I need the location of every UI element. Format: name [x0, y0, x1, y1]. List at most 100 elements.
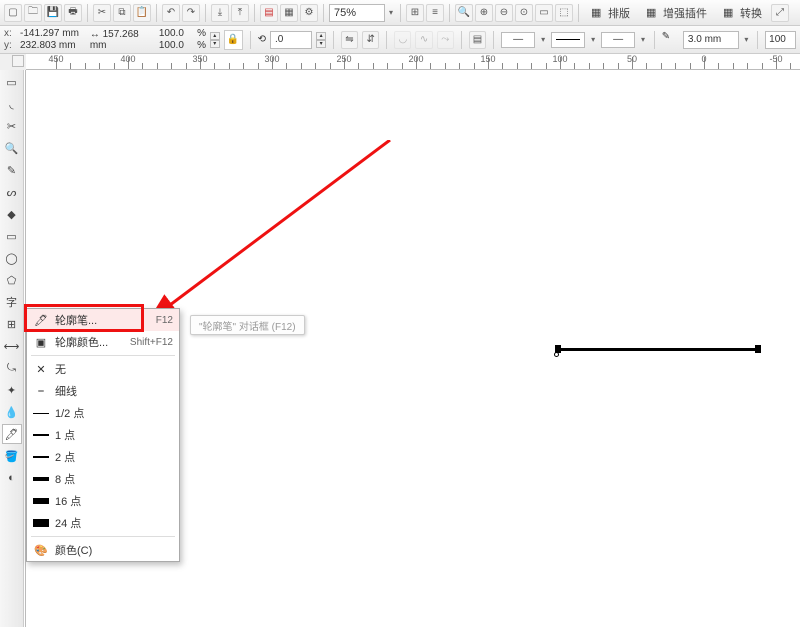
convert-button[interactable]: ▦转换 — [716, 3, 769, 23]
shape-tool-icon[interactable]: ◟ — [2, 94, 22, 114]
selection-handle[interactable] — [755, 345, 761, 353]
paste-icon[interactable]: 📋 — [133, 4, 151, 22]
menu-item-24pt[interactable]: 24 点 — [27, 512, 179, 534]
pdf-icon[interactable]: ▤ — [260, 4, 278, 22]
mirror-v-icon[interactable]: ⇵ — [362, 31, 379, 49]
menu-item-8pt[interactable]: 8 点 — [27, 468, 179, 490]
print-icon[interactable]: 🖶 — [64, 4, 82, 22]
wrap-text-icon[interactable]: ▤ — [469, 31, 486, 49]
connector-tool-icon[interactable]: ⤿ — [2, 358, 22, 378]
zoom-in-icon[interactable]: ⊕ — [475, 4, 493, 22]
polygon-tool-icon[interactable]: ⬠ — [2, 270, 22, 290]
export-icon[interactable]: ⤒ — [231, 4, 249, 22]
eyedropper-tool-icon[interactable]: 💧 — [2, 402, 22, 422]
new-file-icon[interactable]: ▢ — [4, 4, 22, 22]
outline-width-value: 3.0 mm — [688, 34, 721, 45]
main-toolbar: ▢ 🗀 💾 🖶 ✂ ⧉ 📋 ↶ ↷ ⤓ ⤒ ▤ ▦ ⚙ 75% ▾ ⊞ ≡ 🔍 … — [0, 0, 800, 26]
copies-input[interactable]: 100 — [765, 31, 796, 49]
interactive-fill-icon[interactable]: ◐ — [2, 468, 22, 488]
zoom-tool-icon[interactable]: 🔍 — [455, 4, 473, 22]
menu-item-hairline[interactable]: ⎯ 细线 — [27, 380, 179, 402]
zoom-fit-icon[interactable]: ⊙ — [515, 4, 533, 22]
text-tool-icon[interactable]: 字 — [2, 292, 22, 312]
zoom-input[interactable]: 75% — [329, 4, 385, 22]
line-weight-icon — [27, 519, 55, 527]
x-value: -141.297 mm — [20, 28, 79, 39]
menu-item-outline-pen[interactable]: 🖊 轮廓笔... F12 — [27, 309, 179, 331]
menu-item-outline-color[interactable]: ▣ 轮廓颜色... Shift+F12 — [27, 331, 179, 353]
rotation-spinner[interactable]: ▴▾ — [316, 32, 326, 48]
expand-icon[interactable]: ⤢ — [771, 4, 789, 22]
smart-fill-icon[interactable]: ◆ — [2, 204, 22, 224]
menu-item-color[interactable]: 🎨 颜色(C) — [27, 539, 179, 561]
layout-button[interactable]: ▦排版 — [584, 3, 637, 23]
auto-close-icon[interactable]: ◡ — [394, 31, 411, 49]
crop-tool-icon[interactable]: ✂ — [2, 116, 22, 136]
selection-node[interactable] — [554, 352, 559, 357]
table-tool-icon[interactable]: ⊞ — [2, 314, 22, 334]
zoom-all-icon[interactable]: ⬚ — [555, 4, 573, 22]
cut-icon[interactable]: ✂ — [93, 4, 111, 22]
redo-icon[interactable]: ↷ — [182, 4, 200, 22]
separator — [400, 4, 401, 22]
align-icon[interactable]: ≡ — [426, 4, 444, 22]
undo-icon[interactable]: ↶ — [162, 4, 180, 22]
curve-tool-icon[interactable]: ⤳ — [437, 31, 454, 49]
separator — [654, 31, 655, 49]
menu-label: 16 点 — [55, 493, 179, 509]
menu-item-none[interactable]: ✕ 无 — [27, 358, 179, 380]
menu-label: 无 — [55, 361, 179, 377]
menu-item-2pt[interactable]: 2 点 — [27, 446, 179, 468]
ellipse-tool-icon[interactable]: ◯ — [2, 248, 22, 268]
line-weight-icon — [27, 456, 55, 458]
chevron-down-icon[interactable]: ▾ — [539, 35, 547, 44]
menu-label: 1/2 点 — [55, 405, 179, 421]
copy-icon[interactable]: ⧉ — [113, 4, 131, 22]
rotation-input[interactable]: .0 — [270, 31, 312, 49]
line-weight-icon — [27, 477, 55, 481]
menu-item-half-pt[interactable]: 1/2 点 — [27, 402, 179, 424]
menu-item-1pt[interactable]: 1 点 — [27, 424, 179, 446]
menu-label: 颜色(C) — [55, 542, 179, 558]
save-icon[interactable]: 💾 — [44, 4, 62, 22]
selected-line-object[interactable] — [558, 348, 758, 351]
convert-curve-icon[interactable]: ∿ — [415, 31, 432, 49]
zoom-out-icon[interactable]: ⊖ — [495, 4, 513, 22]
zoom-tool-icon[interactable]: 🔍 — [2, 138, 22, 158]
mirror-h-icon[interactable]: ⇋ — [341, 31, 358, 49]
options-icon[interactable]: ⚙ — [300, 4, 318, 22]
line-weight-icon — [27, 413, 55, 414]
plugins-button[interactable]: ▦增强插件 — [639, 3, 714, 23]
fill-tool-icon[interactable]: 🪣 — [2, 446, 22, 466]
ruler-origin-icon[interactable] — [12, 55, 24, 67]
separator — [254, 4, 255, 22]
effects-tool-icon[interactable]: ✦ — [2, 380, 22, 400]
outline-pen-icon[interactable]: ✎ — [662, 31, 679, 49]
import-icon[interactable]: ⤓ — [211, 4, 229, 22]
rectangle-tool-icon[interactable]: ▭ — [2, 226, 22, 246]
chevron-down-icon[interactable]: ▾ — [589, 35, 597, 44]
chevron-down-icon[interactable]: ▾ — [387, 8, 395, 17]
chevron-down-icon[interactable]: ▾ — [639, 35, 647, 44]
tooltip-text: "轮廓笔" 对话框 (F12) — [199, 322, 296, 333]
chevron-down-icon[interactable]: ▾ — [743, 35, 751, 44]
x-label: x: — [4, 28, 18, 39]
pick-tool-icon[interactable]: ▭ — [2, 72, 22, 92]
scale-spinner[interactable]: ▴▾ — [210, 32, 220, 48]
outline-pen-flyout-icon[interactable]: 🖊 — [2, 424, 22, 444]
end-arrow-dropdown[interactable]: — — [601, 32, 635, 48]
lock-ratio-icon[interactable]: 🔒 — [224, 30, 243, 50]
app-launcher-icon[interactable]: ▦ — [280, 4, 298, 22]
line-style-dropdown[interactable] — [551, 32, 585, 48]
bezier-tool-icon[interactable]: ᔕ — [2, 182, 22, 202]
y-label: y: — [4, 40, 18, 51]
open-file-icon[interactable]: 🗀 — [24, 4, 42, 22]
outline-width-input[interactable]: 3.0 mm — [683, 31, 739, 49]
snapping-icon[interactable]: ⊞ — [406, 4, 424, 22]
menu-item-16pt[interactable]: 16 点 — [27, 490, 179, 512]
freehand-tool-icon[interactable]: ✎ — [2, 160, 22, 180]
dimension-tool-icon[interactable]: ⟷ — [2, 336, 22, 356]
tooltip: "轮廓笔" 对话框 (F12) — [190, 315, 305, 335]
start-arrow-dropdown[interactable]: — — [501, 32, 535, 48]
zoom-page-icon[interactable]: ▭ — [535, 4, 553, 22]
